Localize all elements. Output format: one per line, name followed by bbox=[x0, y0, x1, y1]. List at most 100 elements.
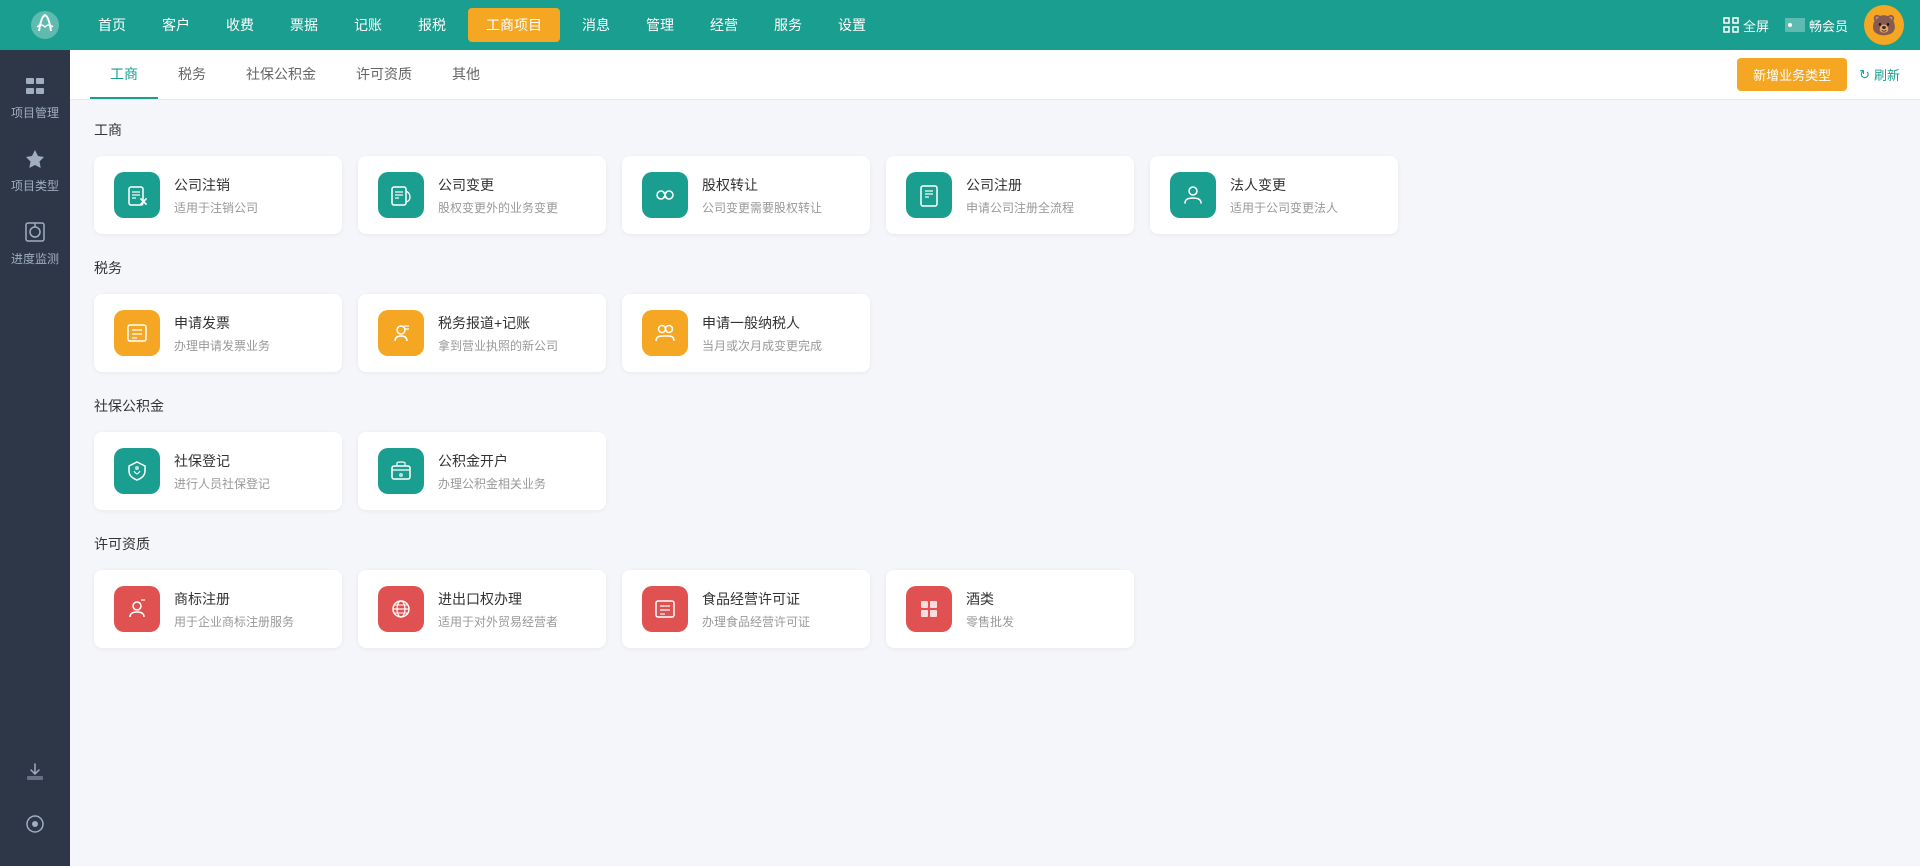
card-text-alcohol: 酒类 零售批发 bbox=[966, 589, 1014, 630]
nav-bizproject[interactable]: 工商项目 bbox=[468, 8, 560, 42]
nav-customer[interactable]: 客户 bbox=[144, 0, 208, 50]
sidebar: 项目管理 项目类型 进度监测 bbox=[0, 50, 70, 866]
card-desc-food-license: 办理食品经营许可证 bbox=[702, 613, 810, 630]
card-provident-fund-open[interactable]: 公积金开户 办理公积金相关业务 bbox=[358, 432, 606, 510]
nav-items: 首页 客户 收费 票据 记账 报税 工商项目 消息 管理 经营 服务 设置 bbox=[80, 0, 1723, 50]
card-apply-invoice[interactable]: 申请发票 办理申请发票业务 bbox=[94, 294, 342, 372]
card-company-change[interactable]: 公司变更 股权变更外的业务变更 bbox=[358, 156, 606, 234]
card-company-cancel[interactable]: 公司注销 适用于注销公司 bbox=[94, 156, 342, 234]
card-equity-transfer[interactable]: 股权转让 公司变更需要股权转让 bbox=[622, 156, 870, 234]
card-icon-import-export bbox=[378, 586, 424, 632]
nav-right: 全屏 畅会员 🐻 bbox=[1723, 5, 1920, 45]
nav-settings[interactable]: 设置 bbox=[820, 0, 884, 50]
tab-actions: 新增业务类型 ↻ 刷新 bbox=[1737, 58, 1900, 91]
card-text-tax-report-accounting: 税务报道+记账 拿到营业执照的新公司 bbox=[438, 313, 558, 354]
tab-gongshang[interactable]: 工商 bbox=[90, 50, 158, 99]
top-navigation: 首页 客户 收费 票据 记账 报税 工商项目 消息 管理 经营 服务 设置 全屏… bbox=[0, 0, 1920, 50]
scroll-content[interactable]: 工商 公司注销 适用于注销公司 公司变更 bbox=[70, 100, 1920, 866]
sidebar-item-project-management[interactable]: 项目管理 bbox=[0, 60, 70, 133]
card-text-company-cancel: 公司注销 适用于注销公司 bbox=[174, 175, 258, 216]
tab-shebao[interactable]: 社保公积金 bbox=[226, 50, 336, 99]
card-tax-report-accounting[interactable]: 税务报道+记账 拿到营业执照的新公司 bbox=[358, 294, 606, 372]
card-icon-apply-general-taxpayer bbox=[642, 310, 688, 356]
card-text-trademark-register: 商标注册 用于企业商标注册服务 bbox=[174, 589, 294, 630]
card-icon-tax-report-accounting bbox=[378, 310, 424, 356]
card-text-apply-general-taxpayer: 申请一般纳税人 当月或次月成变更完成 bbox=[702, 313, 822, 354]
nav-accounting[interactable]: 记账 bbox=[336, 0, 400, 50]
progress-monitor-icon bbox=[21, 218, 49, 246]
card-desc-import-export: 适用于对外贸易经营者 bbox=[438, 613, 558, 630]
cards-grid-gongshang: 公司注销 适用于注销公司 公司变更 股权变更外的业务变更 bbox=[94, 156, 1896, 234]
nav-manage[interactable]: 管理 bbox=[628, 0, 692, 50]
sidebar-label-progress-monitor: 进度监测 bbox=[11, 250, 59, 267]
tabs: 工商 税务 社保公积金 许可资质 其他 bbox=[90, 50, 500, 99]
card-desc-social-security-register: 进行人员社保登记 bbox=[174, 475, 270, 492]
card-icon-company-cancel bbox=[114, 172, 160, 218]
fullscreen-label: 全屏 bbox=[1743, 16, 1769, 35]
member-button[interactable]: 畅会员 bbox=[1785, 16, 1848, 35]
refresh-button[interactable]: ↻ 刷新 bbox=[1859, 65, 1900, 84]
nav-invoice[interactable]: 票据 bbox=[272, 0, 336, 50]
sidebar-item-project-type[interactable]: 项目类型 bbox=[0, 133, 70, 206]
card-text-food-license: 食品经营许可证 办理食品经营许可证 bbox=[702, 589, 810, 630]
sidebar-item-location[interactable] bbox=[13, 798, 57, 850]
card-text-legal-person-change: 法人变更 适用于公司变更法人 bbox=[1230, 175, 1338, 216]
card-desc-legal-person-change: 适用于公司变更法人 bbox=[1230, 199, 1338, 216]
nav-message[interactable]: 消息 bbox=[564, 0, 628, 50]
sidebar-bottom bbox=[13, 746, 57, 866]
card-title-food-license: 食品经营许可证 bbox=[702, 589, 810, 609]
card-icon-apply-invoice bbox=[114, 310, 160, 356]
nav-tax[interactable]: 报税 bbox=[400, 0, 464, 50]
nav-operation[interactable]: 经营 bbox=[692, 0, 756, 50]
fullscreen-button[interactable]: 全屏 bbox=[1723, 16, 1769, 35]
card-trademark-register[interactable]: 商标注册 用于企业商标注册服务 bbox=[94, 570, 342, 648]
logo-area bbox=[10, 7, 80, 43]
tab-other[interactable]: 其他 bbox=[432, 50, 500, 99]
section-title-shebao: 社保公积金 bbox=[94, 396, 1896, 416]
card-apply-general-taxpayer[interactable]: 申请一般纳税人 当月或次月成变更完成 bbox=[622, 294, 870, 372]
nav-service[interactable]: 服务 bbox=[756, 0, 820, 50]
card-social-security-register[interactable]: 社保登记 进行人员社保登记 bbox=[94, 432, 342, 510]
card-title-company-register: 公司注册 bbox=[966, 175, 1074, 195]
sidebar-item-download[interactable] bbox=[13, 746, 57, 798]
sidebar-item-progress-monitor[interactable]: 进度监测 bbox=[0, 206, 70, 279]
card-icon-company-register bbox=[906, 172, 952, 218]
card-desc-company-change: 股权变更外的业务变更 bbox=[438, 199, 558, 216]
card-title-company-change: 公司变更 bbox=[438, 175, 558, 195]
card-icon-legal-person-change bbox=[1170, 172, 1216, 218]
card-food-license[interactable]: 食品经营许可证 办理食品经营许可证 bbox=[622, 570, 870, 648]
card-desc-provident-fund-open: 办理公积金相关业务 bbox=[438, 475, 546, 492]
nav-fee[interactable]: 收费 bbox=[208, 0, 272, 50]
card-title-equity-transfer: 股权转让 bbox=[702, 175, 822, 195]
download-icon bbox=[21, 758, 49, 786]
card-title-company-cancel: 公司注销 bbox=[174, 175, 258, 195]
tab-shuiwu[interactable]: 税务 bbox=[158, 50, 226, 99]
card-desc-company-register: 申请公司注册全流程 bbox=[966, 199, 1074, 216]
card-icon-social-security-register bbox=[114, 448, 160, 494]
cards-grid-shuiwu: 申请发票 办理申请发票业务 税务报道+记账 拿到营业执照的新公司 bbox=[94, 294, 1896, 372]
tab-bar: 工商 税务 社保公积金 许可资质 其他 新增业务类型 ↻ 刷新 bbox=[70, 50, 1920, 100]
section-title-gongshang: 工商 bbox=[94, 120, 1896, 140]
card-title-legal-person-change: 法人变更 bbox=[1230, 175, 1338, 195]
member-label: 畅会员 bbox=[1809, 16, 1848, 35]
nav-home[interactable]: 首页 bbox=[80, 0, 144, 50]
project-management-icon bbox=[21, 72, 49, 100]
card-icon-equity-transfer bbox=[642, 172, 688, 218]
refresh-label: 刷新 bbox=[1874, 65, 1900, 84]
section-title-shuiwu: 税务 bbox=[94, 258, 1896, 278]
card-desc-trademark-register: 用于企业商标注册服务 bbox=[174, 613, 294, 630]
member-icon bbox=[1785, 18, 1805, 32]
cards-grid-shebao: 社保登记 进行人员社保登记 公积金开户 办理公积金相关业务 bbox=[94, 432, 1896, 510]
card-legal-person-change[interactable]: 法人变更 适用于公司变更法人 bbox=[1150, 156, 1398, 234]
card-title-import-export: 进出口权办理 bbox=[438, 589, 558, 609]
card-company-register[interactable]: 公司注册 申请公司注册全流程 bbox=[886, 156, 1134, 234]
card-title-provident-fund-open: 公积金开户 bbox=[438, 451, 546, 471]
mascot-avatar[interactable]: 🐻 bbox=[1864, 5, 1904, 45]
project-type-icon bbox=[21, 145, 49, 173]
cards-grid-xuke: 商标注册 用于企业商标注册服务 进出口权办理 适用于对外贸易经营者 bbox=[94, 570, 1896, 648]
card-desc-tax-report-accounting: 拿到营业执照的新公司 bbox=[438, 337, 558, 354]
add-business-type-button[interactable]: 新增业务类型 bbox=[1737, 58, 1847, 91]
tab-xuke[interactable]: 许可资质 bbox=[336, 50, 432, 99]
card-import-export[interactable]: 进出口权办理 适用于对外贸易经营者 bbox=[358, 570, 606, 648]
card-alcohol[interactable]: 酒类 零售批发 bbox=[886, 570, 1134, 648]
